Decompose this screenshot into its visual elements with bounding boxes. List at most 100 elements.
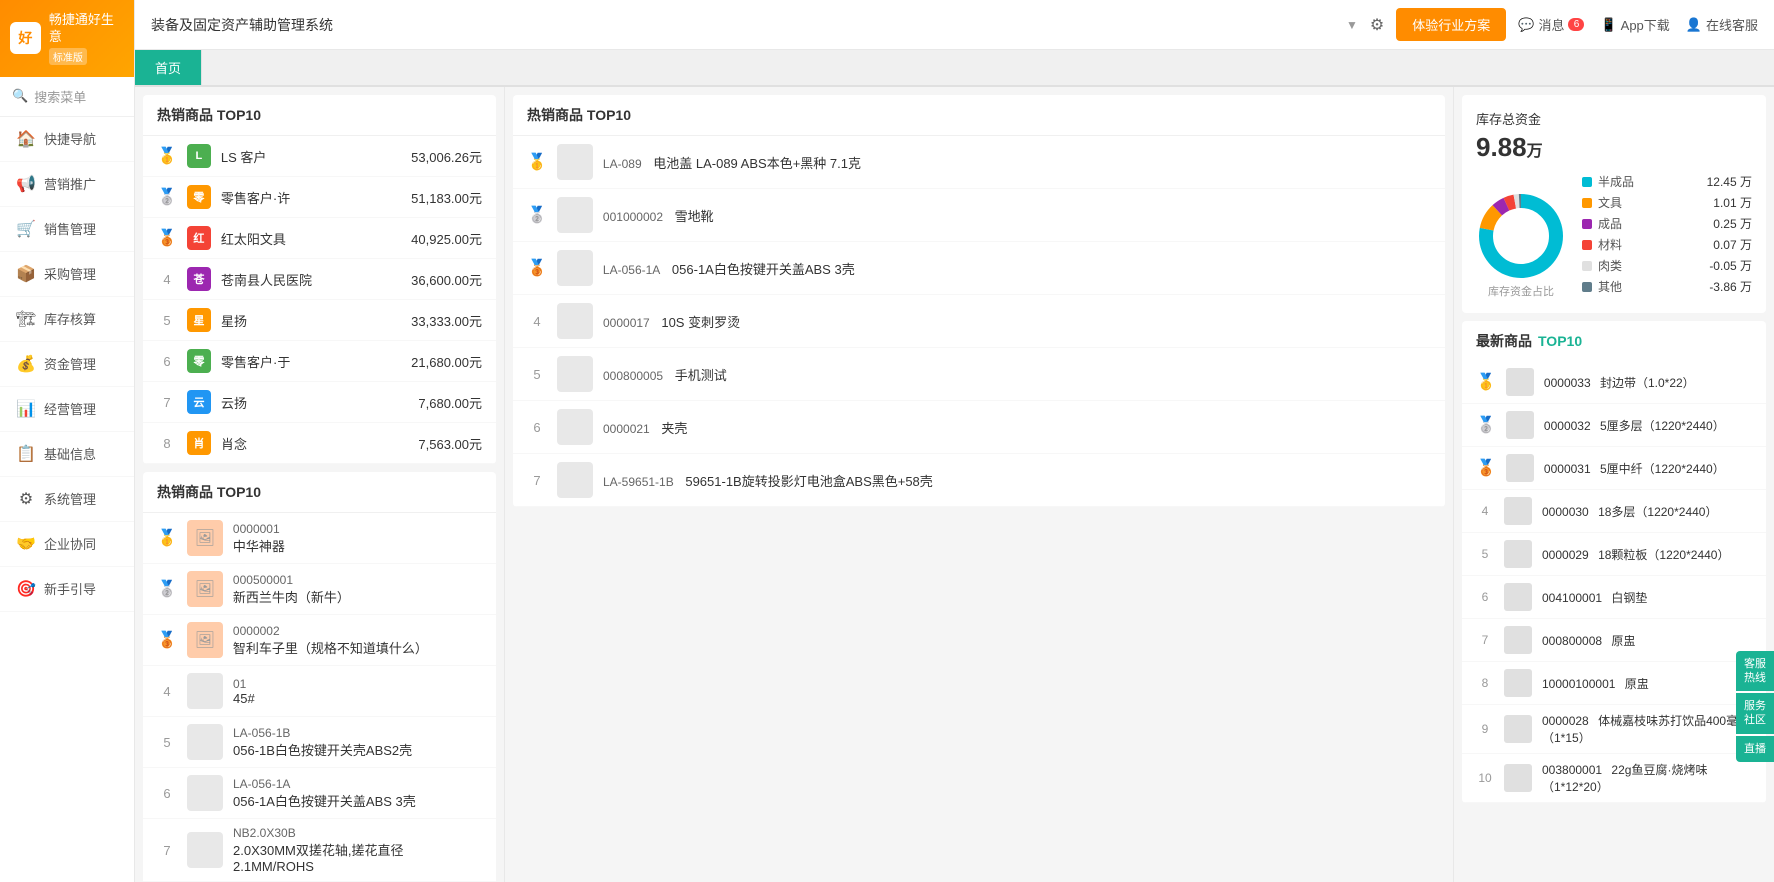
sidebar: 好 畅捷通好生意 标准版 🔍 搜索菜单 🏠快捷导航📢营销推广🛒销售管理📦采购管理… <box>0 0 135 882</box>
sidebar-system-icon: ⚙ <box>16 489 36 509</box>
right-panel: 库存总资金 9.88万 库存资金占比 半成品 12.45 万 文具 1.01 万 <box>1454 87 1774 882</box>
customer-rank-item: 7 云 云扬 7,680.00元 <box>143 382 496 423</box>
newest-product-name: 18多层（1220*2440） <box>1598 505 1717 519</box>
inventory-total: 9.88万 <box>1476 132 1752 163</box>
hot-product-item: 6 LA-056-1A 056-1A白色按键开关盖ABS 3壳 <box>143 768 496 819</box>
newest-product-name: 18颗粒板（1220*2440） <box>1598 548 1729 562</box>
sidebar-item-purchase[interactable]: 📦采购管理 <box>0 252 134 297</box>
medal-silver-icon: 🥈 <box>157 579 177 599</box>
customer-value: 33,333.00元 <box>411 311 482 330</box>
sidebar-item-guide[interactable]: 🎯新手引导 <box>0 567 134 612</box>
middle-product-item: 4 0000017 10S 变刺罗烫 <box>513 295 1445 348</box>
sidebar-search[interactable]: 🔍 搜索菜单 <box>0 77 134 117</box>
customer-rank-item: 🥉 红 红太阳文具 40,925.00元 <box>143 218 496 259</box>
newest-product-name: 封边带（1.0*22） <box>1600 376 1695 390</box>
sidebar-finance-label: 资金管理 <box>44 354 96 373</box>
legend-dot <box>1582 240 1592 250</box>
newest-product-name: 白钢垫 <box>1611 591 1647 605</box>
newest-product-item: 5 0000029 18颗粒板（1220*2440） <box>1462 533 1766 576</box>
newest-product-code: 0000033 <box>1544 376 1591 390</box>
logo-icon: 好 <box>10 22 41 54</box>
gear-icon[interactable]: ⚙ <box>1370 15 1384 35</box>
service-community-btn[interactable]: 服务社区 <box>1736 693 1774 734</box>
rank-number: 6 <box>527 420 547 435</box>
rank-number: 7 <box>527 473 547 488</box>
product-code: LA-59651-1B <box>603 475 674 489</box>
product-code: 0000021 <box>603 422 650 436</box>
donut-label: 库存资金占比 <box>1488 283 1554 299</box>
donut-chart <box>1476 191 1566 281</box>
product-info: 0000017 10S 变刺罗烫 <box>603 312 1431 331</box>
newest-product-code: 10000100001 <box>1542 677 1615 691</box>
app-download-button[interactable]: 📱 App下载 <box>1600 15 1669 34</box>
sidebar-item-sales[interactable]: 🛒销售管理 <box>0 207 134 252</box>
sidebar-item-marketing[interactable]: 📢营销推广 <box>0 162 134 207</box>
inventory-value: 9.88 <box>1476 132 1527 162</box>
sidebar-item-finance[interactable]: 💰资金管理 <box>0 342 134 387</box>
sidebar-item-company[interactable]: 🤝企业协同 <box>0 522 134 567</box>
rank-number: 9 <box>1476 722 1494 736</box>
notification-button[interactable]: 💬 消息 6 <box>1518 15 1584 34</box>
newest-product-item: 7 000800008 原盅 <box>1462 619 1766 662</box>
online-service-button[interactable]: 👤 在线客服 <box>1686 15 1758 34</box>
tab-home[interactable]: 首页 <box>135 50 202 85</box>
product-info: 000500001 新西兰牛肉（新牛） <box>233 573 482 606</box>
customer-avatar: L <box>187 144 211 168</box>
experience-button[interactable]: 体验行业方案 <box>1396 8 1506 41</box>
notification-label: 消息 <box>1538 15 1564 34</box>
sidebar-item-inventory[interactable]: 🏗库存核算 <box>0 297 134 342</box>
customer-avatar: 零 <box>187 349 211 373</box>
sidebar-item-base-info[interactable]: 📋基础信息 <box>0 432 134 477</box>
rank-number: 6 <box>157 786 177 801</box>
sidebar-item-system[interactable]: ⚙系统管理 <box>0 477 134 522</box>
medal-gold-icon: 🥇 <box>527 152 547 172</box>
product-code: LA-056-1A <box>233 777 482 791</box>
customer-service-btn[interactable]: 客服热线 <box>1736 651 1774 692</box>
newest-product-code: 000800008 <box>1542 634 1602 648</box>
rank-number: 6 <box>1476 590 1494 604</box>
sidebar-item-quick-nav[interactable]: 🏠快捷导航 <box>0 117 134 162</box>
rank-number: 5 <box>157 735 177 750</box>
customer-value: 7,563.00元 <box>418 434 482 453</box>
newest-product-image <box>1506 368 1534 396</box>
hot-products-left-title: 热销商品 TOP10 <box>157 482 261 502</box>
chart-area: 库存资金占比 半成品 12.45 万 文具 1.01 万 成品 0.25 万 材… <box>1476 173 1752 299</box>
app-icon: 📱 <box>1600 17 1616 33</box>
newest-product-info: 0000030 18多层（1220*2440） <box>1542 503 1752 520</box>
product-image: 🖼 <box>187 622 223 658</box>
product-code: 0000002 <box>233 624 482 638</box>
product-code: 000500001 <box>233 573 482 587</box>
page-tabs: 首页 <box>135 50 1774 87</box>
product-info: LA-056-1B 056-1B白色按键开关壳ABS2壳 <box>233 726 482 759</box>
product-name: 2.0X30MM双搓花轴,搓花直径2.1MM/ROHS <box>233 840 482 874</box>
service-label: 在线客服 <box>1706 15 1758 34</box>
newest-product-code: 0000031 <box>1544 462 1591 476</box>
customer-avatar: 云 <box>187 390 211 414</box>
sidebar-item-operations[interactable]: 📊经营管理 <box>0 387 134 432</box>
sidebar-inventory-icon: 🏗 <box>16 309 36 329</box>
legend-dot <box>1582 177 1592 187</box>
medal-bronze-icon: 🥉 <box>1476 458 1496 478</box>
newest-product-name: 5厘中纤（1220*2440） <box>1600 462 1725 476</box>
newest-product-code: 0000028 <box>1542 714 1589 728</box>
product-code: 0000017 <box>603 316 650 330</box>
customer-rank-item: 🥈 零 零售客户·许 51,183.00元 <box>143 177 496 218</box>
product-image <box>557 409 593 445</box>
newest-product-image <box>1504 715 1532 743</box>
product-info: LA-056-1A 056-1A白色按键开关盖ABS 3壳 <box>603 259 1431 278</box>
hot-products-left-card: 热销商品 TOP10 🥇 🖼 0000001 中华神器 🥈 🖼 00050000… <box>143 472 496 882</box>
middle-panel: 热销商品 TOP10 🥇 LA-089 电池盖 LA-089 ABS本色+黑种 … <box>505 87 1454 882</box>
middle-product-item: 🥈 001000002 雪地靴 <box>513 189 1445 242</box>
live-btn[interactable]: 直播 <box>1736 736 1774 762</box>
logo-text: 畅捷通好生意 <box>49 12 124 46</box>
product-info: 01 45# <box>233 677 482 706</box>
product-name: 056-1A白色按键开关盖ABS 3壳 <box>233 791 482 810</box>
sidebar-sales-icon: 🛒 <box>16 219 36 239</box>
sidebar-base-info-icon: 📋 <box>16 444 36 464</box>
product-info: LA-59651-1B 59651-1B旋转投影灯电池盒ABS黑色+58壳 <box>603 471 1431 490</box>
legend-value: 1.01 万 <box>1713 194 1752 211</box>
sidebar-marketing-label: 营销推广 <box>44 174 96 193</box>
left-panel: 热销商品 TOP10 🥇 L LS 客户 53,006.26元 🥈 零 零售客户… <box>135 87 505 882</box>
inventory-legend: 半成品 12.45 万 文具 1.01 万 成品 0.25 万 材料 0.07 … <box>1582 173 1752 299</box>
legend-name: 材料 <box>1598 236 1707 253</box>
